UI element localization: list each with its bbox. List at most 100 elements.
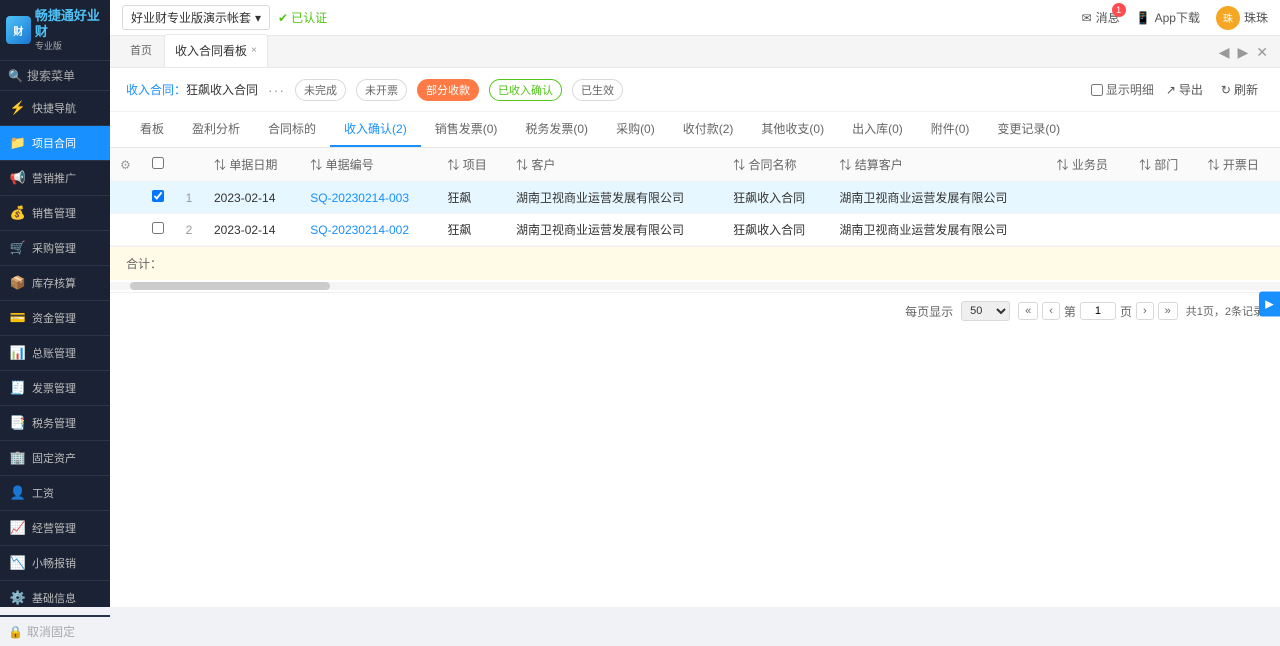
tab-close-button[interactable]: × <box>251 39 257 63</box>
sidebar-item-search[interactable]: 🔍 搜索菜单 <box>0 61 110 91</box>
subtab-warehouse[interactable]: 出入库(0) <box>838 112 917 147</box>
user-menu[interactable]: 珠 珠珠 <box>1216 6 1268 30</box>
sidebar-item-report[interactable]: 📉 小畅报销 <box>0 546 110 581</box>
customer-col-header[interactable]: ⇅ 客户 <box>506 148 723 182</box>
sidebar-item-base[interactable]: ⚙️ 基础信息 <box>0 581 110 616</box>
tab-income-contract[interactable]: 收入合同看板 × <box>164 34 268 67</box>
row-code[interactable]: SQ-20230214-002 <box>300 214 437 246</box>
display-detail-label: 显示明细 <box>1106 81 1154 98</box>
company-selector[interactable]: 好业财专业版演示帐套 ▾ <box>122 5 270 30</box>
row-salesman <box>1047 182 1129 214</box>
tabbar: 首页 收入合同看板 × ◀ ▶ ✕ <box>110 36 1280 68</box>
tab-nav-next[interactable]: ▶ <box>1235 42 1250 63</box>
date-col-header[interactable]: ⇅ 单据日期 <box>204 148 300 182</box>
status-btn-effective[interactable]: 已生效 <box>572 79 623 101</box>
subtab-purchase[interactable]: 采购(0) <box>602 112 669 147</box>
first-page-button[interactable]: « <box>1018 302 1038 320</box>
sidebar-item-label: 销售管理 <box>32 205 76 221</box>
scrollbar-thumb[interactable] <box>130 282 330 290</box>
subtab-other-receipt[interactable]: 其他收支(0) <box>747 112 838 147</box>
last-page-button[interactable]: » <box>1158 302 1178 320</box>
subtab-sales-invoice[interactable]: 销售发票(0) <box>421 112 512 147</box>
search-icon: 🔍 <box>8 69 23 83</box>
settings-icon[interactable]: ⚙ <box>120 158 131 172</box>
subtab-kanban[interactable]: 看板 <box>126 112 178 147</box>
sidebar-item-general[interactable]: 📊 总账管理 <box>0 336 110 371</box>
display-detail-input[interactable] <box>1091 84 1103 96</box>
subtab-profit[interactable]: 盈利分析 <box>178 112 254 147</box>
prev-page-button[interactable]: ‹ <box>1042 302 1060 320</box>
tab-nav-prev[interactable]: ◀ <box>1217 42 1232 63</box>
sidebar-item-fixed-asset[interactable]: 🏢 固定资产 <box>0 441 110 476</box>
refresh-button[interactable]: ↻ 刷新 <box>1215 78 1264 101</box>
project-col-header[interactable]: ⇅ 项目 <box>437 148 506 182</box>
salesman-col-header[interactable]: ⇅ 业务员 <box>1047 148 1129 182</box>
contract-col-header[interactable]: ⇅ 合同名称 <box>723 148 829 182</box>
subtab-subject[interactable]: 合同标的 <box>254 112 330 147</box>
message-button[interactable]: ✉ 消息 1 <box>1082 9 1120 26</box>
invoice-icon: 🧾 <box>10 380 26 396</box>
tab-home[interactable]: 首页 <box>120 35 162 67</box>
row-contract: 狂飙收入合同 <box>723 214 829 246</box>
display-detail-checkbox[interactable]: 显示明细 <box>1091 81 1154 98</box>
next-page-button[interactable]: › <box>1136 302 1154 320</box>
sidebar-item-sales[interactable]: 💰 销售管理 <box>0 196 110 231</box>
status-btn-incomplete[interactable]: 未完成 <box>295 79 346 101</box>
quick-nav-icon: ⚡ <box>10 100 26 116</box>
open-date-col-header[interactable]: ⇅ 开票日 <box>1198 148 1280 182</box>
sidebar-item-management[interactable]: 📈 经营管理 <box>0 511 110 546</box>
subtab-income-confirm[interactable]: 收入确认(2) <box>330 112 421 147</box>
sidebar-item-inventory[interactable]: 📦 库存核算 <box>0 266 110 301</box>
department-col-header[interactable]: ⇅ 部门 <box>1129 148 1198 182</box>
app-download-button[interactable]: 📱 App下载 <box>1136 9 1200 26</box>
subtabs: 看板 盈利分析 合同标的 收入确认(2) 销售发票(0) 税务发票(0) 采购(… <box>110 112 1280 148</box>
subtab-tax-invoice[interactable]: 税务发票(0) <box>511 112 602 147</box>
horizontal-scrollbar[interactable] <box>110 282 1280 290</box>
row-customer: 湖南卫视商业运营发展有限公司 <box>506 214 723 246</box>
marketing-icon: 📢 <box>10 170 26 186</box>
sales-icon: 💰 <box>10 205 26 221</box>
sidebar-item-project[interactable]: 📁 项目合同 <box>0 126 110 161</box>
code-col-header[interactable]: ⇅ 单据编号 <box>300 148 437 182</box>
page-header: 收入合同：狂飙收入合同 ··· 未完成 未开票 部分收款 已收入确认 已生效 显… <box>110 68 1280 112</box>
status-btn-partial[interactable]: 部分收款 <box>417 79 479 101</box>
table-footer: 合计： <box>110 246 1280 280</box>
row-settlement-customer: 湖南卫视商业运营发展有限公司 <box>829 214 1046 246</box>
page-title-name: 狂飙收入合同 <box>186 83 258 97</box>
status-btn-uninvoiced[interactable]: 未开票 <box>356 79 407 101</box>
sidebar-item-marketing[interactable]: 📢 营销推广 <box>0 161 110 196</box>
settlement-customer-col-header[interactable]: ⇅ 结算客户 <box>829 148 1046 182</box>
row-checkbox-cell[interactable] <box>142 214 174 246</box>
sidebar-item-label: 资金管理 <box>32 310 76 326</box>
subtab-change-log[interactable]: 变更记录(0) <box>983 112 1074 147</box>
row-checkbox[interactable] <box>152 222 164 234</box>
export-button[interactable]: ↗ 导出 <box>1160 78 1209 101</box>
subtab-payment[interactable]: 收付款(2) <box>669 112 748 147</box>
purchase-icon: 🛒 <box>10 240 26 256</box>
select-all-checkbox[interactable] <box>152 157 164 169</box>
status-btn-confirmed[interactable]: 已收入确认 <box>489 79 562 101</box>
sidebar-item-tax[interactable]: 📑 税务管理 <box>0 406 110 441</box>
sidebar-item-hr[interactable]: 👤 工资 <box>0 476 110 511</box>
row-checkbox-cell[interactable] <box>142 182 174 214</box>
settings-col-header: ⚙ <box>110 148 142 182</box>
row-code[interactable]: SQ-20230214-003 <box>300 182 437 214</box>
tab-nav-close[interactable]: ✕ <box>1254 42 1270 63</box>
sort-icon: ⇅ <box>447 158 459 172</box>
sidebar-item-quick-nav[interactable]: ⚡ 快捷导航 <box>0 91 110 126</box>
side-panel-button[interactable]: ▶ <box>1259 291 1280 316</box>
hr-icon: 👤 <box>10 485 26 501</box>
page-number-input[interactable]: 1 <box>1080 302 1116 320</box>
subtab-attachment[interactable]: 附件(0) <box>917 112 984 147</box>
table-row[interactable]: 1 2023-02-14 SQ-20230214-003 狂飙 湖南卫视商业运营… <box>110 182 1280 214</box>
row-date: 2023-02-14 <box>204 182 300 214</box>
unpin-button[interactable]: 🔒 取消固定 <box>0 616 110 646</box>
more-options-button[interactable]: ··· <box>268 82 285 98</box>
sidebar-item-purchase[interactable]: 🛒 采购管理 <box>0 231 110 266</box>
per-page-select[interactable]: 50 100 200 <box>961 301 1010 321</box>
table-row[interactable]: 2 2023-02-14 SQ-20230214-002 狂飙 湖南卫视商业运营… <box>110 214 1280 246</box>
sidebar-item-capital[interactable]: 💳 资金管理 <box>0 301 110 336</box>
row-checkbox[interactable] <box>152 190 164 202</box>
row-department <box>1129 214 1198 246</box>
sidebar-item-invoice[interactable]: 🧾 发票管理 <box>0 371 110 406</box>
